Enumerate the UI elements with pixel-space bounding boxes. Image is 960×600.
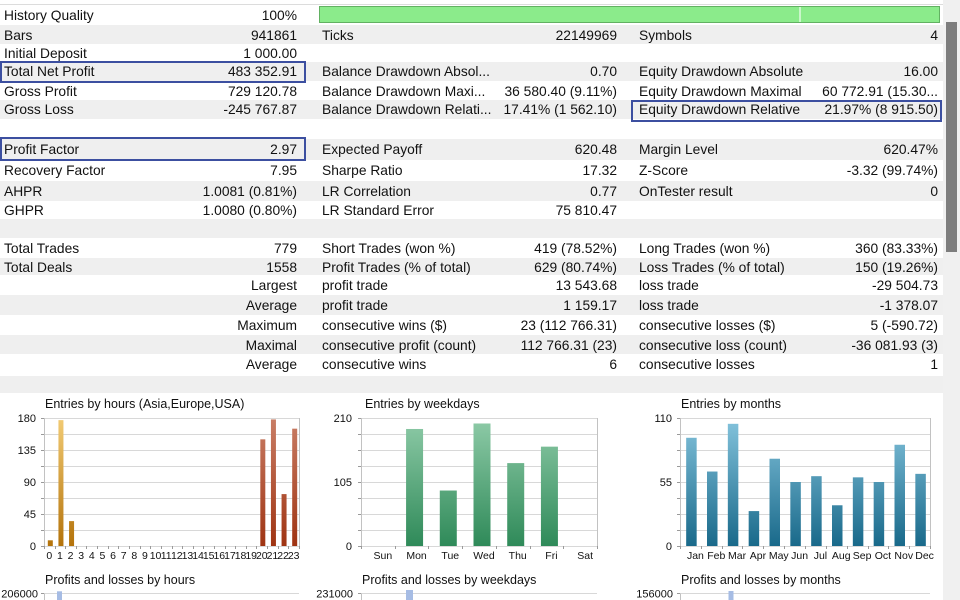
svg-text:231000: 231000 bbox=[316, 589, 353, 600]
svg-text:Jun: Jun bbox=[791, 550, 808, 562]
svg-text:7: 7 bbox=[121, 550, 127, 562]
svg-text:45: 45 bbox=[24, 509, 36, 521]
svg-text:1: 1 bbox=[57, 550, 63, 562]
svg-text:110: 110 bbox=[654, 413, 672, 425]
svg-text:Entries by months: Entries by months bbox=[681, 397, 781, 411]
svg-text:Profits and losses by months: Profits and losses by months bbox=[681, 573, 841, 587]
svg-text:Jul: Jul bbox=[814, 550, 827, 562]
svg-text:135: 135 bbox=[18, 445, 36, 457]
svg-text:Fri: Fri bbox=[545, 550, 557, 562]
svg-text:Apr: Apr bbox=[750, 550, 767, 562]
svg-text:Jan: Jan bbox=[687, 550, 704, 562]
svg-text:Tue: Tue bbox=[441, 550, 459, 562]
svg-text:55: 55 bbox=[660, 477, 672, 489]
svg-text:Aug: Aug bbox=[832, 550, 851, 562]
svg-text:Profits and losses by hours: Profits and losses by hours bbox=[45, 573, 195, 587]
svg-text:9: 9 bbox=[142, 550, 148, 562]
svg-text:3: 3 bbox=[78, 550, 84, 562]
svg-text:Entries by hours (Asia,Europe,: Entries by hours (Asia,Europe,USA) bbox=[45, 397, 244, 411]
svg-text:Mar: Mar bbox=[728, 550, 747, 562]
svg-text:6: 6 bbox=[110, 550, 116, 562]
svg-text:210: 210 bbox=[334, 413, 352, 425]
svg-text:Entries by weekdays: Entries by weekdays bbox=[365, 397, 480, 411]
svg-text:2: 2 bbox=[68, 550, 74, 562]
svg-text:May: May bbox=[769, 550, 790, 562]
svg-text:Thu: Thu bbox=[509, 550, 527, 562]
svg-text:5: 5 bbox=[100, 550, 106, 562]
svg-text:4: 4 bbox=[89, 550, 95, 562]
svg-text:Mon: Mon bbox=[406, 550, 427, 562]
svg-text:Oct: Oct bbox=[875, 550, 891, 562]
svg-text:105: 105 bbox=[334, 477, 352, 489]
svg-text:23: 23 bbox=[288, 550, 300, 562]
svg-text:8: 8 bbox=[131, 550, 137, 562]
svg-text:90: 90 bbox=[24, 477, 36, 489]
svg-text:Feb: Feb bbox=[707, 550, 725, 562]
svg-text:Dec: Dec bbox=[915, 550, 934, 562]
svg-text:0: 0 bbox=[46, 550, 52, 562]
svg-text:Wed: Wed bbox=[473, 550, 495, 562]
svg-text:0: 0 bbox=[666, 541, 672, 553]
svg-text:206000: 206000 bbox=[1, 589, 38, 600]
svg-text:0: 0 bbox=[30, 541, 36, 553]
svg-text:Sun: Sun bbox=[374, 550, 393, 562]
svg-text:Profits and losses by weekdays: Profits and losses by weekdays bbox=[362, 573, 536, 587]
svg-text:180: 180 bbox=[18, 413, 36, 425]
svg-text:Nov: Nov bbox=[894, 550, 913, 562]
svg-text:156000: 156000 bbox=[636, 589, 673, 600]
svg-text:Sep: Sep bbox=[853, 550, 872, 562]
svg-text:Sat: Sat bbox=[577, 550, 593, 562]
svg-text:0: 0 bbox=[346, 541, 352, 553]
